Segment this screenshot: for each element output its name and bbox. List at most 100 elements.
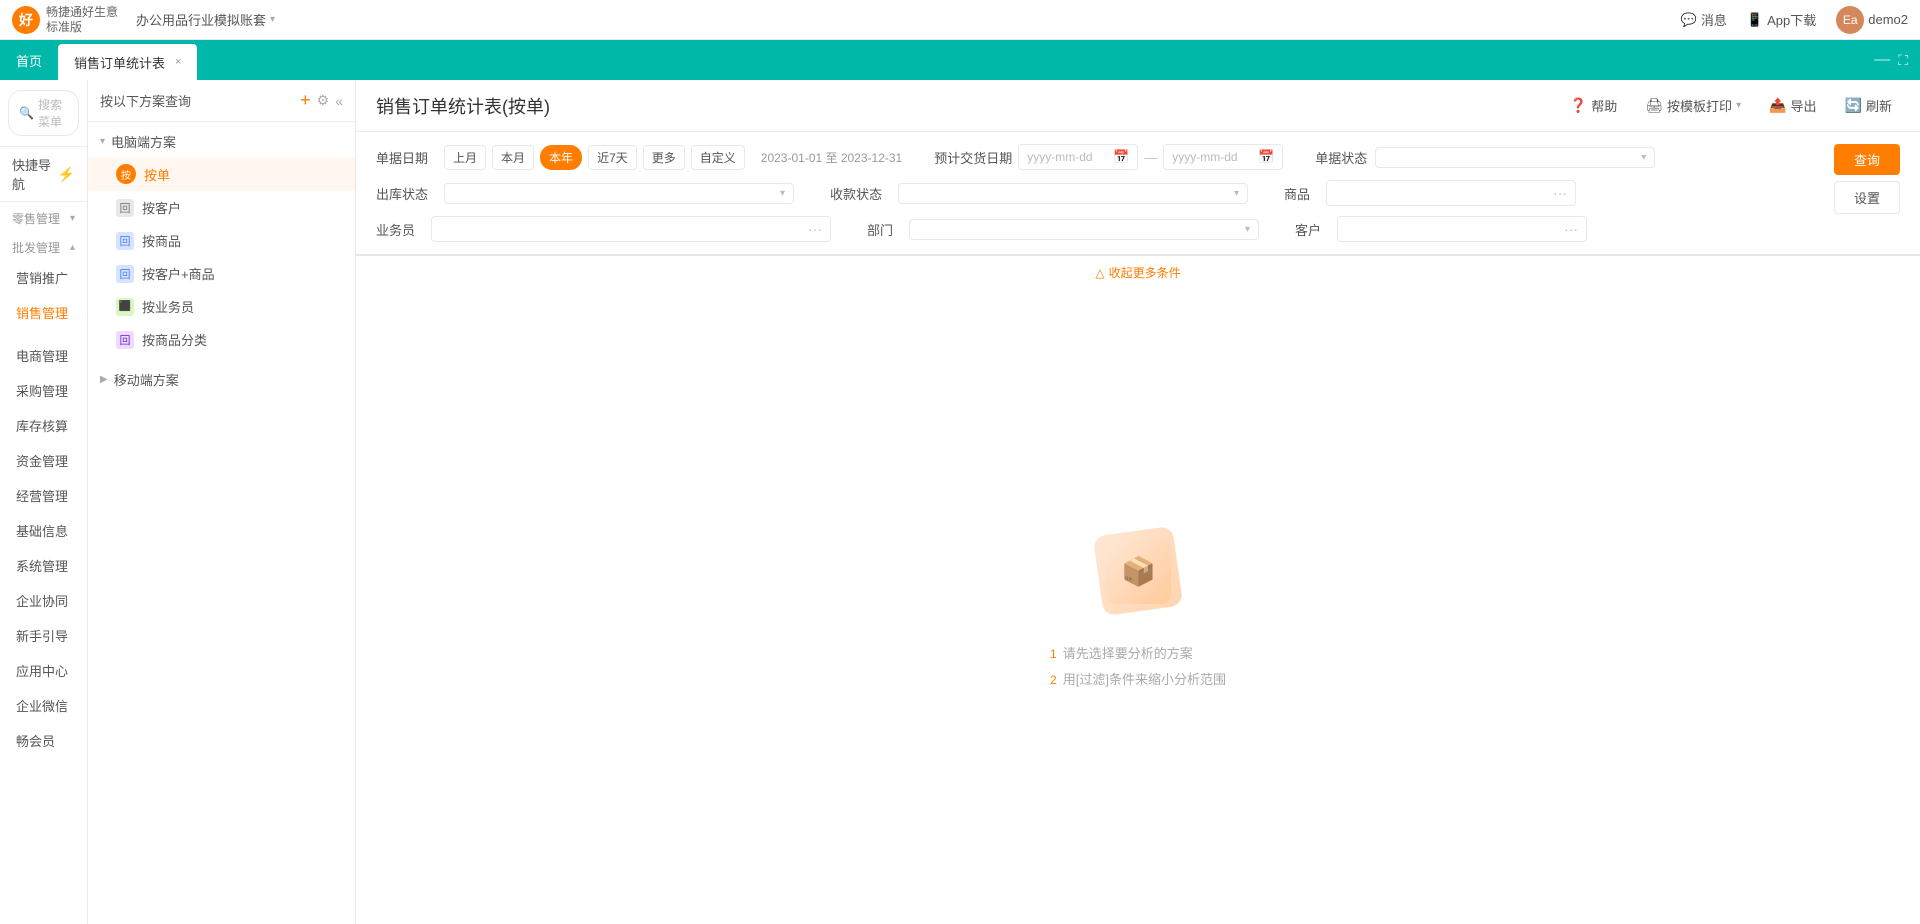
plan-icon-by-product: 回 xyxy=(116,232,134,250)
main-layout: 🔍 搜索菜单 快捷导航 ⚡ 零售管理 ▾ 批发管理 ▴ 营销推广 销售管理 xyxy=(0,80,1920,924)
empty-content: 📦 1 请先选择要分析的方案 2 用[过滤]条件来缩小分析范围 xyxy=(1050,521,1226,693)
wholesale-arrow: ▴ xyxy=(70,242,75,253)
receive-status-select[interactable]: ▾ xyxy=(898,183,1248,204)
filter-row-date: 单据日期 上月 本月 本年 近7天 更多 自定义 2023-01-01 至 20… xyxy=(376,144,1818,170)
sidebar-item-ecommerce[interactable]: 电商管理 xyxy=(0,338,87,373)
search-icon: 🔍 xyxy=(19,106,34,120)
top-bar-left: 好 畅捷通好生意 标准版 办公用品行业模拟账套 ▾ xyxy=(12,5,275,34)
plan-item-by-salesperson[interactable]: ⬛ 按业务员 xyxy=(88,290,355,323)
status-label: 单据状态 xyxy=(1315,148,1367,167)
sidebar-item-corpwechat[interactable]: 企业微信 xyxy=(0,688,87,723)
page-header: 销售订单统计表(按单) ❓ 帮助 🖨 按模板打印 ▾ 📤 导出 xyxy=(356,80,1920,132)
logo-area: 好 畅捷通好生意 标准版 xyxy=(12,5,118,34)
settings-button[interactable]: 设置 xyxy=(1834,181,1900,214)
avatar: Ea xyxy=(1836,6,1864,34)
product-ellipsis-icon[interactable]: ··· xyxy=(1553,185,1567,201)
app-icon: 📱 xyxy=(1747,12,1763,28)
sidebar-item-inventory[interactable]: 库存核算 xyxy=(0,408,87,443)
sidebar-item-appcenter[interactable]: 应用中心 xyxy=(0,653,87,688)
sidebar: 🔍 搜索菜单 快捷导航 ⚡ 零售管理 ▾ 批发管理 ▴ 营销推广 销售管理 xyxy=(0,80,88,924)
export-btn[interactable]: 📤 导出 xyxy=(1761,92,1824,119)
tab-close-btn[interactable]: × xyxy=(175,56,181,68)
filter-actions: 查询 设置 xyxy=(1818,144,1900,214)
salesperson-ellipsis-icon[interactable]: ··· xyxy=(808,221,822,237)
plan-item-by-customer[interactable]: 回 按客户 xyxy=(88,191,355,224)
top-bar-right: 💬 消息 📱 App下载 Ea demo2 xyxy=(1681,6,1908,34)
collapse-bar[interactable]: △ 收起更多条件 xyxy=(356,255,1920,289)
receive-status-label: 收款状态 xyxy=(830,184,882,203)
add-plan-btn[interactable]: + xyxy=(300,90,311,111)
plan-icon-by-customer: 回 xyxy=(116,199,134,217)
date-btn-lastmonth[interactable]: 上月 xyxy=(444,145,486,170)
tab-actions[interactable]: — ⛶ xyxy=(1862,51,1920,69)
status-arrow-icon: ▾ xyxy=(1641,152,1646,163)
sidebar-search-area: 🔍 搜索菜单 xyxy=(0,80,87,147)
product-input[interactable]: ··· xyxy=(1326,180,1576,206)
date-btn-custom[interactable]: 自定义 xyxy=(691,145,745,170)
sidebar-item-sales[interactable]: 销售管理 xyxy=(0,295,87,330)
sidebar-item-operation[interactable]: 经营管理 xyxy=(0,478,87,513)
plan-item-by-order[interactable]: 按 按单 xyxy=(88,157,355,191)
date-btn-thisyear[interactable]: 本年 xyxy=(540,145,582,170)
help-btn[interactable]: ❓ 帮助 xyxy=(1562,92,1625,119)
print-arrow-icon: ▾ xyxy=(1736,100,1741,111)
app-download-btn[interactable]: 📱 App下载 xyxy=(1747,10,1816,29)
date-btn-7days[interactable]: 近7天 xyxy=(588,145,637,170)
collapse-up-icon: △ xyxy=(1095,266,1104,280)
query-button[interactable]: 查询 xyxy=(1834,144,1900,175)
customer-ellipsis-icon[interactable]: ··· xyxy=(1564,221,1578,237)
salesperson-input[interactable]: ··· xyxy=(431,216,831,242)
department-label: 部门 xyxy=(867,220,893,239)
quick-nav[interactable]: 快捷导航 ⚡ xyxy=(0,147,87,202)
plan-item-by-category[interactable]: 回 按商品分类 xyxy=(88,323,355,356)
date-btn-more[interactable]: 更多 xyxy=(643,145,685,170)
sidebar-item-newbie[interactable]: 新手引导 xyxy=(0,618,87,653)
sidebar-item-purchase[interactable]: 采购管理 xyxy=(0,373,87,408)
customer-input[interactable]: ··· xyxy=(1337,216,1587,242)
settings-plan-btn[interactable]: ⚙ xyxy=(317,92,330,109)
collapse-panel-btn[interactable]: « xyxy=(335,93,343,109)
refresh-btn[interactable]: 🔄 刷新 xyxy=(1837,92,1900,119)
plan-item-by-product[interactable]: 回 按商品 xyxy=(88,224,355,257)
minimize-icon[interactable]: — xyxy=(1874,51,1890,69)
company-select[interactable]: 办公用品行业模拟账套 ▾ xyxy=(136,10,275,29)
user-profile[interactable]: Ea demo2 xyxy=(1836,6,1908,34)
status-select[interactable]: ▾ xyxy=(1375,147,1655,168)
department-select[interactable]: ▾ xyxy=(909,219,1259,240)
sidebar-item-system[interactable]: 系统管理 xyxy=(0,548,87,583)
expected-date-end[interactable]: yyyy-mm-dd 📅 xyxy=(1163,144,1283,170)
print-icon: 🖨 xyxy=(1645,97,1663,114)
print-btn[interactable]: 🖨 按模板打印 ▾ xyxy=(1637,92,1749,119)
top-bar: 好 畅捷通好生意 标准版 办公用品行业模拟账套 ▾ 💬 消息 📱 App下载 E… xyxy=(0,0,1920,40)
sidebar-item-finance[interactable]: 资金管理 xyxy=(0,443,87,478)
empty-state: 📦 1 请先选择要分析的方案 2 用[过滤]条件来缩小分析范围 xyxy=(356,289,1920,924)
customer-label: 客户 xyxy=(1295,220,1321,239)
sidebar-item-marketing[interactable]: 营销推广 xyxy=(0,260,87,295)
sidebar-item-member[interactable]: 畅会员 xyxy=(0,723,87,758)
mobile-plan-group: ▶ 移动端方案 xyxy=(88,360,355,399)
mobile-plan-group-header[interactable]: ▶ 移动端方案 xyxy=(88,364,355,395)
sidebar-item-basic[interactable]: 基础信息 xyxy=(0,513,87,548)
expected-date-start[interactable]: yyyy-mm-dd 📅 xyxy=(1018,144,1138,170)
tab-sales-stats[interactable]: 销售订单统计表 × xyxy=(58,44,197,80)
plan-item-by-customer-product[interactable]: 回 按客户+商品 xyxy=(88,257,355,290)
product-label: 商品 xyxy=(1284,184,1310,203)
salesperson-label: 业务员 xyxy=(376,220,415,239)
content-area: 按以下方案查询 + ⚙ « ▾ 电脑端方案 按 按单 xyxy=(88,80,1920,924)
out-status-select[interactable]: ▾ xyxy=(444,183,794,204)
right-panel: 销售订单统计表(按单) ❓ 帮助 🖨 按模板打印 ▾ 📤 导出 xyxy=(356,80,1920,924)
logo-text: 畅捷通好生意 标准版 xyxy=(46,5,118,34)
plan-icon-by-order: 按 xyxy=(116,164,136,184)
pc-plan-group-header[interactable]: ▾ 电脑端方案 xyxy=(88,126,355,157)
filter-section: 单据日期 上月 本月 本年 近7天 更多 自定义 2023-01-01 至 20… xyxy=(376,144,1900,242)
message-btn[interactable]: 💬 消息 xyxy=(1681,10,1727,29)
date-btn-thismonth[interactable]: 本月 xyxy=(492,145,534,170)
left-panel-header: 按以下方案查询 + ⚙ « xyxy=(88,80,355,122)
tab-home[interactable]: 首页 xyxy=(0,40,58,80)
search-input[interactable]: 🔍 搜索菜单 xyxy=(8,90,79,136)
expected-date-group: 预计交货日期 yyyy-mm-dd 📅 — yyyy-mm-dd 📅 xyxy=(934,144,1283,170)
tip-num-1: 1 xyxy=(1050,642,1057,666)
maximize-icon[interactable]: ⛶ xyxy=(1898,52,1908,69)
left-panel-actions: + ⚙ « xyxy=(300,90,343,111)
sidebar-item-enterprise[interactable]: 企业协同 xyxy=(0,583,87,618)
